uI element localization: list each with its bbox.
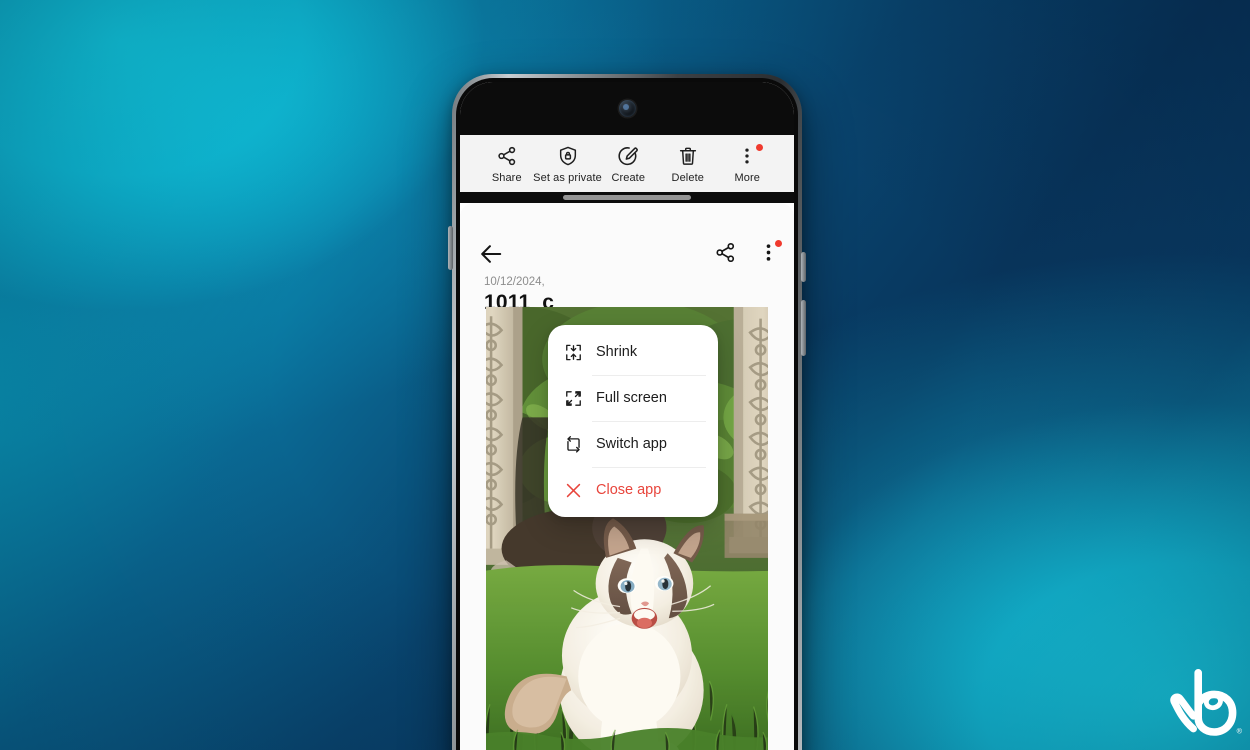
status-bar bbox=[460, 82, 794, 135]
close-x-icon bbox=[566, 483, 581, 497]
fullscreen-icon bbox=[566, 390, 581, 406]
pen-circle-icon bbox=[618, 147, 639, 166]
front-camera-icon bbox=[618, 100, 636, 117]
phone-screen: Share Set as private Create Delete More … bbox=[460, 82, 794, 750]
more-badge-dot bbox=[755, 144, 763, 151]
phone-bezel: Share Set as private Create Delete More … bbox=[456, 78, 798, 750]
popup-item-close-app[interactable]: Close app bbox=[548, 467, 718, 513]
popup-item-full-screen[interactable]: Full screen bbox=[548, 375, 718, 421]
more-badge-dot bbox=[775, 240, 782, 247]
popup-item-label: Full screen bbox=[596, 390, 667, 406]
toolbar-item-label: More bbox=[734, 172, 760, 184]
volume-button[interactable] bbox=[448, 226, 453, 270]
toolbar-item-delete[interactable]: Delete bbox=[658, 145, 718, 184]
share-nodes-icon[interactable] bbox=[714, 241, 737, 264]
toolbar-item-more[interactable]: More bbox=[718, 144, 778, 184]
toolbar-item-set-as-private[interactable]: Set as private bbox=[533, 145, 602, 184]
photo-date-label: 10/12/2024, bbox=[484, 276, 545, 288]
dots-vertical-icon bbox=[745, 148, 749, 164]
drag-handle[interactable] bbox=[563, 195, 691, 200]
brand-b-logo-icon: ® bbox=[1160, 660, 1246, 740]
toolbar-item-share[interactable]: Share bbox=[477, 145, 537, 184]
window-mode-popup-menu: Shrink Full screen Switch app Close app bbox=[548, 325, 718, 517]
switch-app-icon bbox=[567, 435, 580, 453]
floating-toolbar-panel: Share Set as private Create Delete More bbox=[460, 135, 794, 192]
header-actions bbox=[714, 240, 782, 264]
toolbar: Share Set as private Create Delete More bbox=[470, 144, 784, 184]
toolbar-item-create[interactable]: Create bbox=[599, 145, 659, 184]
toolbar-item-label: Set as private bbox=[533, 172, 602, 184]
toolbar-item-label: Share bbox=[491, 172, 522, 184]
toolbar-item-label: Delete bbox=[671, 172, 704, 184]
popup-item-label: Switch app bbox=[596, 436, 667, 452]
popup-item-label: Close app bbox=[596, 482, 662, 498]
share-nodes-icon bbox=[498, 146, 515, 166]
popup-item-switch-app[interactable]: Switch app bbox=[548, 421, 718, 467]
popup-item-label: Shrink bbox=[596, 344, 638, 360]
smartphone-mockup: Share Set as private Create Delete More … bbox=[448, 74, 806, 750]
window-drag-handle-bar[interactable] bbox=[460, 192, 794, 203]
power-button[interactable] bbox=[801, 252, 806, 282]
toolbar-item-label: Create bbox=[611, 172, 646, 184]
app-header: 10/12/2024, 1011_c bbox=[460, 203, 794, 314]
gallery-app-window: 10/12/2024, 1011_c Shrink Full screen Sw… bbox=[460, 203, 794, 750]
header-more-button[interactable] bbox=[757, 240, 782, 264]
trash-icon bbox=[679, 147, 696, 165]
popup-item-shrink[interactable]: Shrink bbox=[548, 329, 718, 375]
svg-text:®: ® bbox=[1237, 727, 1243, 736]
shrink-icon bbox=[566, 344, 581, 360]
back-arrow-icon[interactable] bbox=[478, 241, 504, 267]
volume-rocker-button[interactable] bbox=[801, 300, 806, 356]
shield-lock-icon bbox=[559, 146, 576, 166]
